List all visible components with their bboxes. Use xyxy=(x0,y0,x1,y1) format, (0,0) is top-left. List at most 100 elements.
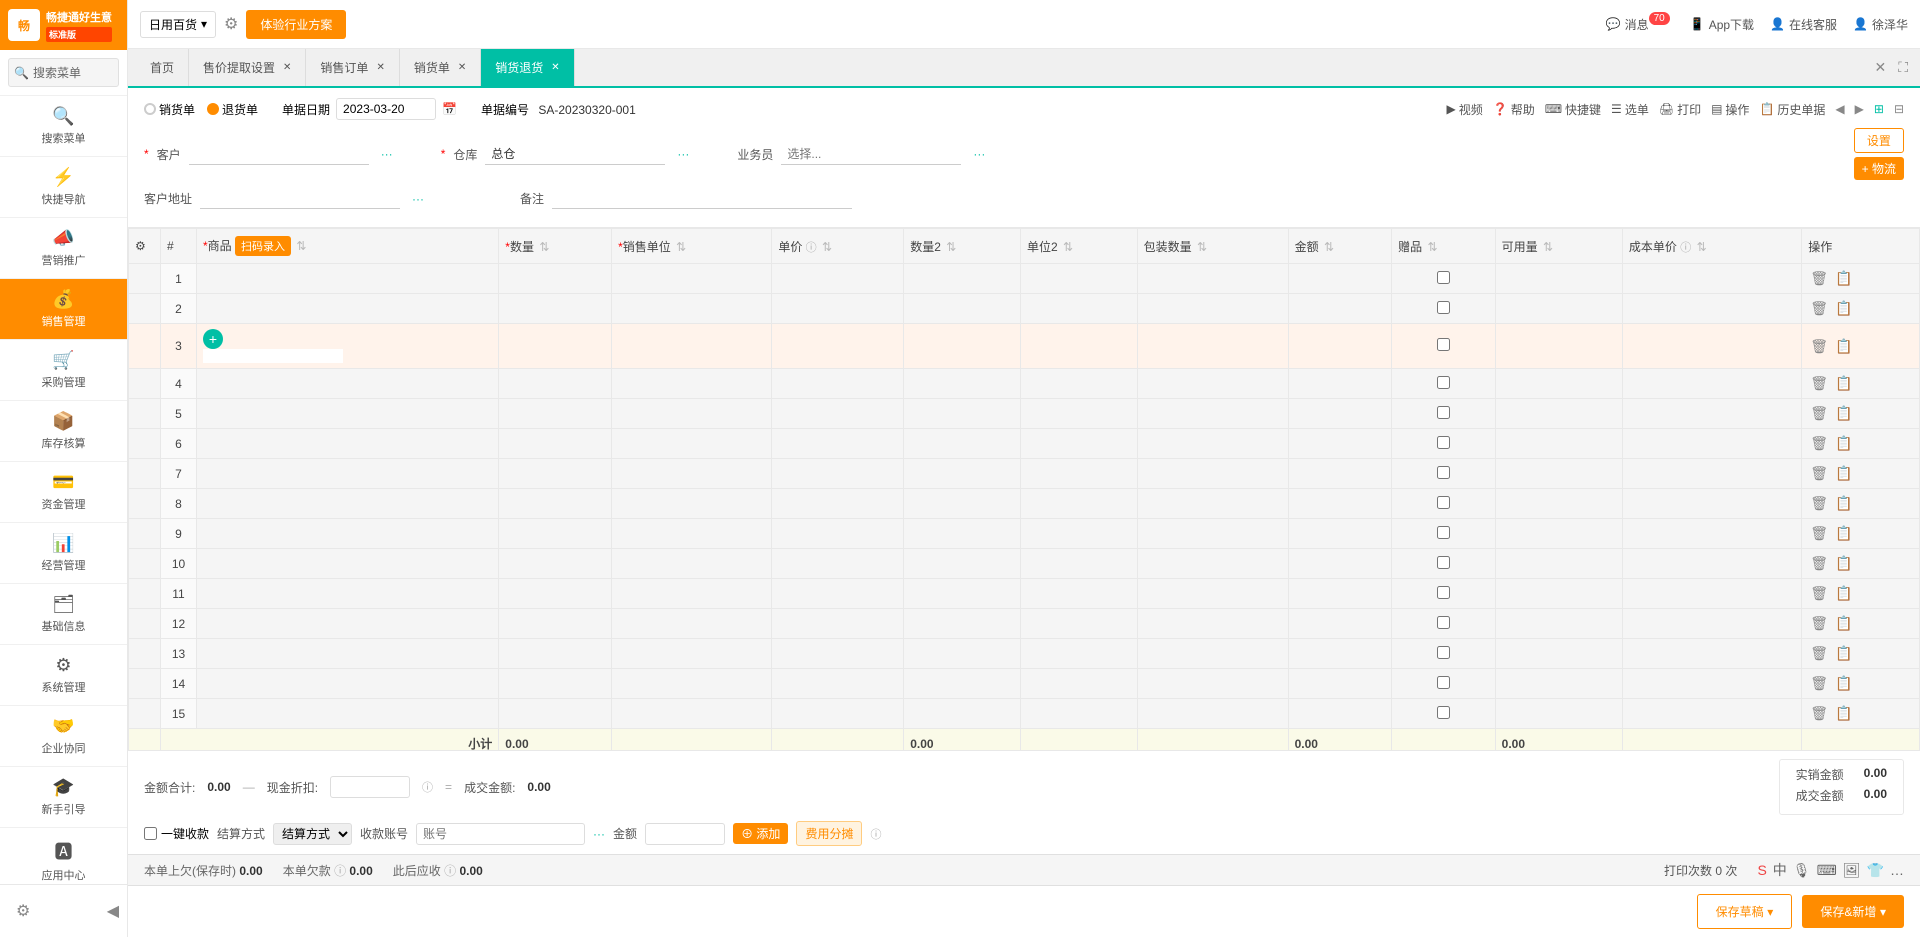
copy-icon-1[interactable]: 📋 xyxy=(1835,300,1852,316)
cell-amount-14[interactable] xyxy=(1288,699,1392,729)
cell-qty-2[interactable] xyxy=(499,324,612,369)
gift-checkbox-0[interactable] xyxy=(1437,271,1450,284)
cell-unit-8[interactable] xyxy=(612,519,772,549)
cell-unit2-8[interactable] xyxy=(1020,519,1137,549)
cell-costprice-3[interactable] xyxy=(1622,369,1801,399)
delete-icon-8[interactable]: 🗑 xyxy=(1810,525,1828,541)
tab-price[interactable]: 售价提取设置✕ xyxy=(189,49,306,86)
settings-button[interactable]: 设置 xyxy=(1854,128,1904,153)
copy-icon-7[interactable]: 📋 xyxy=(1835,495,1852,511)
tab-close-sales[interactable]: ✕ xyxy=(458,62,466,73)
cell-unit2-13[interactable] xyxy=(1020,669,1137,699)
cell-price-4[interactable] xyxy=(772,399,904,429)
view-mode-1[interactable]: ⊞ xyxy=(1874,102,1884,116)
tab-home[interactable]: 首页 xyxy=(136,49,189,86)
cell-amount-4[interactable] xyxy=(1288,399,1392,429)
cell-price-14[interactable] xyxy=(772,699,904,729)
customer-picker[interactable]: ··· xyxy=(381,147,393,161)
cell-gift-2[interactable] xyxy=(1392,324,1496,369)
cell-unit-9[interactable] xyxy=(612,549,772,579)
cell-costprice-5[interactable] xyxy=(1622,429,1801,459)
cell-pkgqty-2[interactable] xyxy=(1137,324,1288,369)
cell-costprice-4[interactable] xyxy=(1622,399,1801,429)
cell-unit-3[interactable] xyxy=(612,369,772,399)
cell-available-12[interactable] xyxy=(1495,639,1622,669)
sidebar-item-basic[interactable]: 🗂 基础信息 xyxy=(0,584,127,645)
salesperson-picker[interactable]: ··· xyxy=(973,147,985,161)
th-unit[interactable]: *销售单位 ⇅ xyxy=(612,229,772,264)
delete-icon-7[interactable]: 🗑 xyxy=(1810,495,1828,511)
save-draft-button[interactable]: 保存草稿 ▾ xyxy=(1697,894,1793,929)
cell-price-10[interactable] xyxy=(772,579,904,609)
date-input[interactable] xyxy=(336,98,436,120)
calculation-select[interactable]: 结算方式 xyxy=(273,823,352,845)
cell-product-14[interactable] xyxy=(197,699,499,729)
expense-split-button[interactable]: 费用分摊 xyxy=(796,821,862,846)
cell-qty-1[interactable] xyxy=(499,294,612,324)
cell-qty-9[interactable] xyxy=(499,549,612,579)
cell-unit2-10[interactable] xyxy=(1020,579,1137,609)
cell-available-1[interactable] xyxy=(1495,294,1622,324)
copy-icon-0[interactable]: 📋 xyxy=(1835,270,1852,286)
cell-product-11[interactable] xyxy=(197,609,499,639)
message-button[interactable]: 💬 消息 70 xyxy=(1606,16,1674,33)
sidebar-item-marketing[interactable]: 📣 营销推广 xyxy=(0,218,127,279)
cell-product-13[interactable] xyxy=(197,669,499,699)
cell-price-5[interactable] xyxy=(772,429,904,459)
gift-checkbox-2[interactable] xyxy=(1437,338,1450,351)
cell-pkgqty-14[interactable] xyxy=(1137,699,1288,729)
cell-gift-8[interactable] xyxy=(1392,519,1496,549)
cell-qty2-5[interactable] xyxy=(904,429,1021,459)
cell-amount-1[interactable] xyxy=(1288,294,1392,324)
calendar-icon[interactable]: 📅 xyxy=(442,102,457,116)
cell-costprice-14[interactable] xyxy=(1622,699,1801,729)
cell-qty2-8[interactable] xyxy=(904,519,1021,549)
delete-icon-11[interactable]: 🗑 xyxy=(1810,615,1828,631)
cell-qty-11[interactable] xyxy=(499,609,612,639)
sidebar-item-finance[interactable]: 💳 资金管理 xyxy=(0,462,127,523)
th-gift[interactable]: 赠品 ⇅ xyxy=(1392,229,1496,264)
cell-costprice-12[interactable] xyxy=(1622,639,1801,669)
sidebar-item-system[interactable]: ⚙ 系统管理 xyxy=(0,645,127,706)
cell-unit2-5[interactable] xyxy=(1020,429,1137,459)
cell-price-3[interactable] xyxy=(772,369,904,399)
delete-icon-14[interactable]: 🗑 xyxy=(1810,705,1828,721)
tab-close-sales_return[interactable]: ✕ xyxy=(551,62,559,73)
cell-pkgqty-4[interactable] xyxy=(1137,399,1288,429)
cell-qty-0[interactable] xyxy=(499,264,612,294)
cell-product-2[interactable]: + xyxy=(197,324,499,369)
sidebar-item-coop[interactable]: 🤝 企业协同 xyxy=(0,706,127,767)
sort-available[interactable]: ⇅ xyxy=(1543,240,1553,254)
delete-icon-13[interactable]: 🗑 xyxy=(1810,675,1828,691)
cell-product-7[interactable] xyxy=(197,489,499,519)
cell-pkgqty-5[interactable] xyxy=(1137,429,1288,459)
delete-icon-5[interactable]: 🗑 xyxy=(1810,435,1828,451)
cell-product-10[interactable] xyxy=(197,579,499,609)
cell-costprice-0[interactable] xyxy=(1622,264,1801,294)
tab-sales_return[interactable]: 销货退货✕ xyxy=(481,49,574,86)
cell-qty2-9[interactable] xyxy=(904,549,1021,579)
cell-amount-13[interactable] xyxy=(1288,669,1392,699)
sort-unit[interactable]: ⇅ xyxy=(676,240,686,254)
cell-available-9[interactable] xyxy=(1495,549,1622,579)
cell-gift-14[interactable] xyxy=(1392,699,1496,729)
cell-unit-14[interactable] xyxy=(612,699,772,729)
cell-amount-7[interactable] xyxy=(1288,489,1392,519)
cell-unit-5[interactable] xyxy=(612,429,772,459)
cell-price-0[interactable] xyxy=(772,264,904,294)
copy-icon-4[interactable]: 📋 xyxy=(1835,405,1852,421)
sidebar-collapse-button[interactable]: ◀ xyxy=(107,893,119,929)
nav-prev[interactable]: ◀ xyxy=(1835,102,1844,116)
cell-unit2-4[interactable] xyxy=(1020,399,1137,429)
cell-unit-12[interactable] xyxy=(612,639,772,669)
help-btn[interactable]: ❓ 帮助 xyxy=(1493,101,1535,118)
delete-icon-1[interactable]: 🗑 xyxy=(1810,300,1828,316)
cell-qty2-1[interactable] xyxy=(904,294,1021,324)
cell-unit-1[interactable] xyxy=(612,294,772,324)
cell-product-5[interactable] xyxy=(197,429,499,459)
cell-amount-9[interactable] xyxy=(1288,549,1392,579)
cell-price-11[interactable] xyxy=(772,609,904,639)
tab-sales_order[interactable]: 销售订单✕ xyxy=(306,49,399,86)
sort-price[interactable]: ⇅ xyxy=(822,240,832,254)
cell-gift-0[interactable] xyxy=(1392,264,1496,294)
